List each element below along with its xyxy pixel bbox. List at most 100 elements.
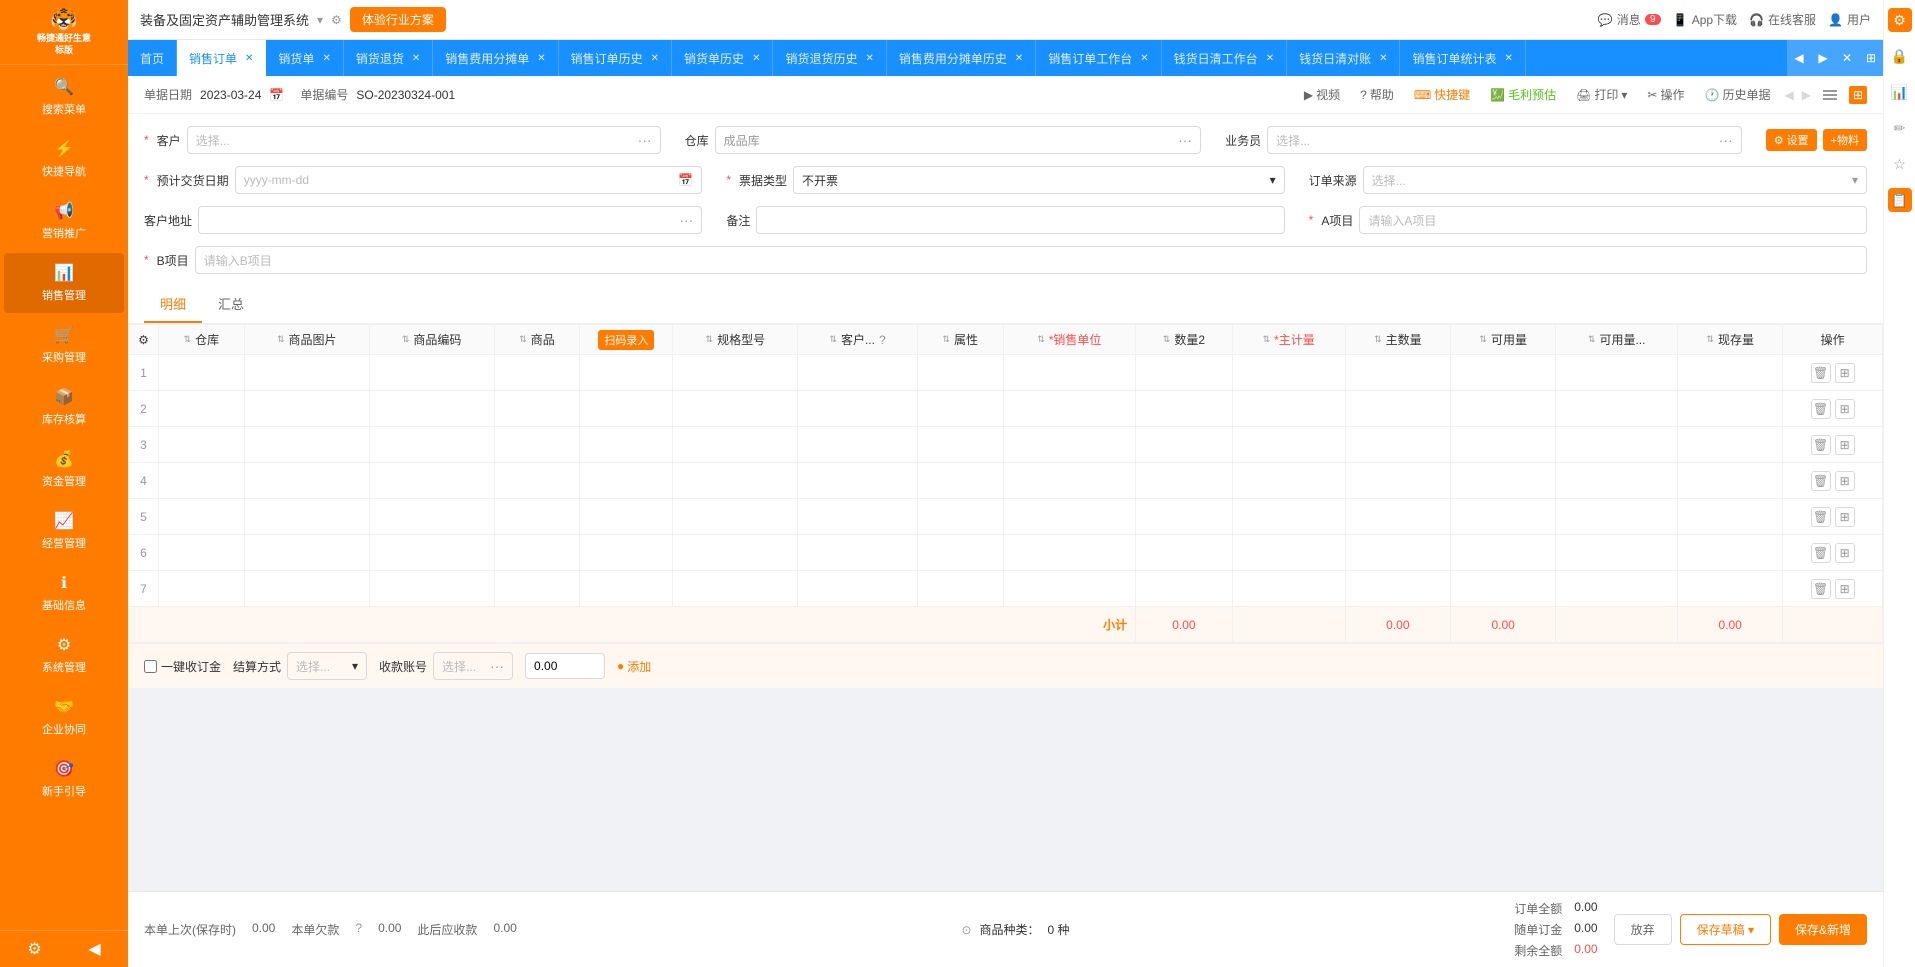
- delete-row-btn[interactable]: 🗑: [1811, 363, 1831, 383]
- table-cell[interactable]: [1136, 571, 1233, 607]
- sidebar-item-operations[interactable]: 📈 经营管理: [4, 501, 124, 561]
- table-cell[interactable]: [917, 427, 1003, 463]
- table-cell[interactable]: [1678, 427, 1783, 463]
- tab-close-icon[interactable]: ✕: [1266, 53, 1274, 64]
- sidebar-item-quicknav[interactable]: ⚡ 快捷导航: [4, 129, 124, 189]
- tab-detail[interactable]: 明细: [144, 286, 202, 323]
- table-cell[interactable]: [917, 535, 1003, 571]
- table-cell[interactable]: [1003, 535, 1136, 571]
- table-cell[interactable]: [1003, 427, 1136, 463]
- table-cell[interactable]: [1232, 535, 1345, 571]
- one-click-checkbox[interactable]: 一键收订金: [144, 658, 221, 675]
- table-cell[interactable]: [244, 463, 369, 499]
- message-btn[interactable]: 💬 消息 9: [1598, 11, 1661, 28]
- table-cell[interactable]: [159, 499, 245, 535]
- table-cell[interactable]: [244, 427, 369, 463]
- delivery-date-input[interactable]: yyyy-mm-dd 📅: [235, 166, 703, 194]
- copy-row-btn[interactable]: ⊞: [1835, 543, 1855, 563]
- table-cell[interactable]: [1556, 391, 1678, 427]
- table-cell[interactable]: [1556, 427, 1678, 463]
- table-cell[interactable]: [1451, 571, 1556, 607]
- table-cell[interactable]: [580, 463, 673, 499]
- th-attr[interactable]: ⇅ 属性: [917, 325, 1003, 355]
- payment-method-select[interactable]: 选择... ▾: [287, 652, 367, 680]
- table-cell[interactable]: [1003, 571, 1136, 607]
- save-draft-btn[interactable]: 保存草稿 ▾: [1680, 914, 1771, 945]
- shortcut-btn[interactable]: ⌨ 快捷键: [1408, 84, 1476, 105]
- tab-close-icon[interactable]: ✕: [1015, 53, 1023, 64]
- table-cell[interactable]: [673, 499, 798, 535]
- discard-btn[interactable]: 放弃: [1614, 914, 1672, 945]
- table-cell[interactable]: [798, 391, 918, 427]
- table-cell[interactable]: [1451, 355, 1556, 391]
- table-cell[interactable]: [673, 391, 798, 427]
- table-cell[interactable]: [1003, 499, 1136, 535]
- right-panel-btn-5[interactable]: ☆: [1888, 152, 1912, 176]
- table-cell[interactable]: [798, 499, 918, 535]
- address-input[interactable]: ···: [198, 206, 702, 234]
- th-available2[interactable]: ⇅ 可用量...: [1556, 325, 1678, 355]
- table-cell[interactable]: [1556, 499, 1678, 535]
- table-cell[interactable]: [798, 571, 918, 607]
- settings-btn[interactable]: ⚙ 设置: [1766, 129, 1817, 151]
- right-panel-btn-2[interactable]: 🔒: [1888, 44, 1912, 68]
- table-cell[interactable]: [1678, 571, 1783, 607]
- account-input[interactable]: 选择... ···: [433, 652, 513, 680]
- table-cell[interactable]: [1451, 391, 1556, 427]
- table-cell[interactable]: [798, 427, 918, 463]
- one-click-check[interactable]: [144, 660, 157, 673]
- sidebar-item-search[interactable]: 🔍 搜索菜单: [4, 67, 124, 127]
- grid-view-btn[interactable]: ⊞: [1849, 86, 1867, 104]
- copy-row-btn[interactable]: ⊞: [1835, 435, 1855, 455]
- table-cell[interactable]: [673, 535, 798, 571]
- delete-row-btn[interactable]: 🗑: [1811, 399, 1831, 419]
- salesperson-input[interactable]: 选择... ···: [1267, 126, 1742, 154]
- delete-row-btn[interactable]: 🗑: [1811, 543, 1831, 563]
- scan-btn[interactable]: 扫码录入: [598, 330, 654, 350]
- view-btn[interactable]: ▶ 视频: [1298, 84, 1346, 105]
- table-cell[interactable]: [673, 571, 798, 607]
- th-available[interactable]: ⇅ 可用量: [1451, 325, 1556, 355]
- table-cell[interactable]: [1451, 499, 1556, 535]
- tab-next-btn[interactable]: ▶: [1811, 40, 1835, 76]
- tab-close-icon[interactable]: ✕: [1379, 53, 1387, 64]
- tab-history[interactable]: 销售订单历史 ✕: [559, 40, 672, 76]
- table-cell[interactable]: [1556, 571, 1678, 607]
- tab-sales[interactable]: 销货单 ✕: [266, 40, 343, 76]
- table-cell[interactable]: [1003, 463, 1136, 499]
- table-cell[interactable]: [580, 427, 673, 463]
- th-unit[interactable]: ⇅ *销售单位: [1003, 325, 1136, 355]
- tab-summary[interactable]: 销售订单统计表 ✕: [1400, 40, 1525, 76]
- table-cell[interactable]: [159, 463, 245, 499]
- table-cell[interactable]: [917, 463, 1003, 499]
- table-cell[interactable]: [917, 571, 1003, 607]
- table-cell[interactable]: [1232, 427, 1345, 463]
- copy-row-btn[interactable]: ⊞: [1835, 507, 1855, 527]
- tab-daily-workbench[interactable]: 钱货日清工作台 ✕: [1162, 40, 1287, 76]
- th-qty2[interactable]: ⇅ 数量2: [1136, 325, 1233, 355]
- table-cell[interactable]: [1345, 427, 1450, 463]
- table-cell[interactable]: [1345, 355, 1450, 391]
- table-cell[interactable]: [580, 391, 673, 427]
- warehouse-input[interactable]: 成品库 ···: [715, 126, 1202, 154]
- table-cell[interactable]: [1678, 535, 1783, 571]
- table-cell[interactable]: [244, 571, 369, 607]
- table-cell[interactable]: [494, 499, 580, 535]
- table-cell[interactable]: [1345, 571, 1450, 607]
- table-cell[interactable]: [1232, 463, 1345, 499]
- delete-row-btn[interactable]: 🗑: [1811, 507, 1831, 527]
- calendar-icon[interactable]: 📅: [269, 88, 284, 102]
- sidebar-item-system[interactable]: ⚙ 系统管理: [4, 625, 124, 685]
- industry-btn[interactable]: 体验行业方案: [350, 7, 446, 32]
- copy-row-btn[interactable]: ⊞: [1835, 579, 1855, 599]
- table-cell[interactable]: [244, 355, 369, 391]
- table-cell[interactable]: [1232, 571, 1345, 607]
- sidebar-item-inventory[interactable]: 📦 库存核算: [4, 377, 124, 437]
- table-cell[interactable]: [1003, 391, 1136, 427]
- table-cell[interactable]: [673, 463, 798, 499]
- table-cell[interactable]: [244, 499, 369, 535]
- th-main-unit[interactable]: ⇅ *主计量: [1232, 325, 1345, 355]
- table-cell[interactable]: [673, 355, 798, 391]
- tab-return-history[interactable]: 销货退货历史 ✕: [773, 40, 886, 76]
- th-main-qty[interactable]: ⇅ 主数量: [1345, 325, 1450, 355]
